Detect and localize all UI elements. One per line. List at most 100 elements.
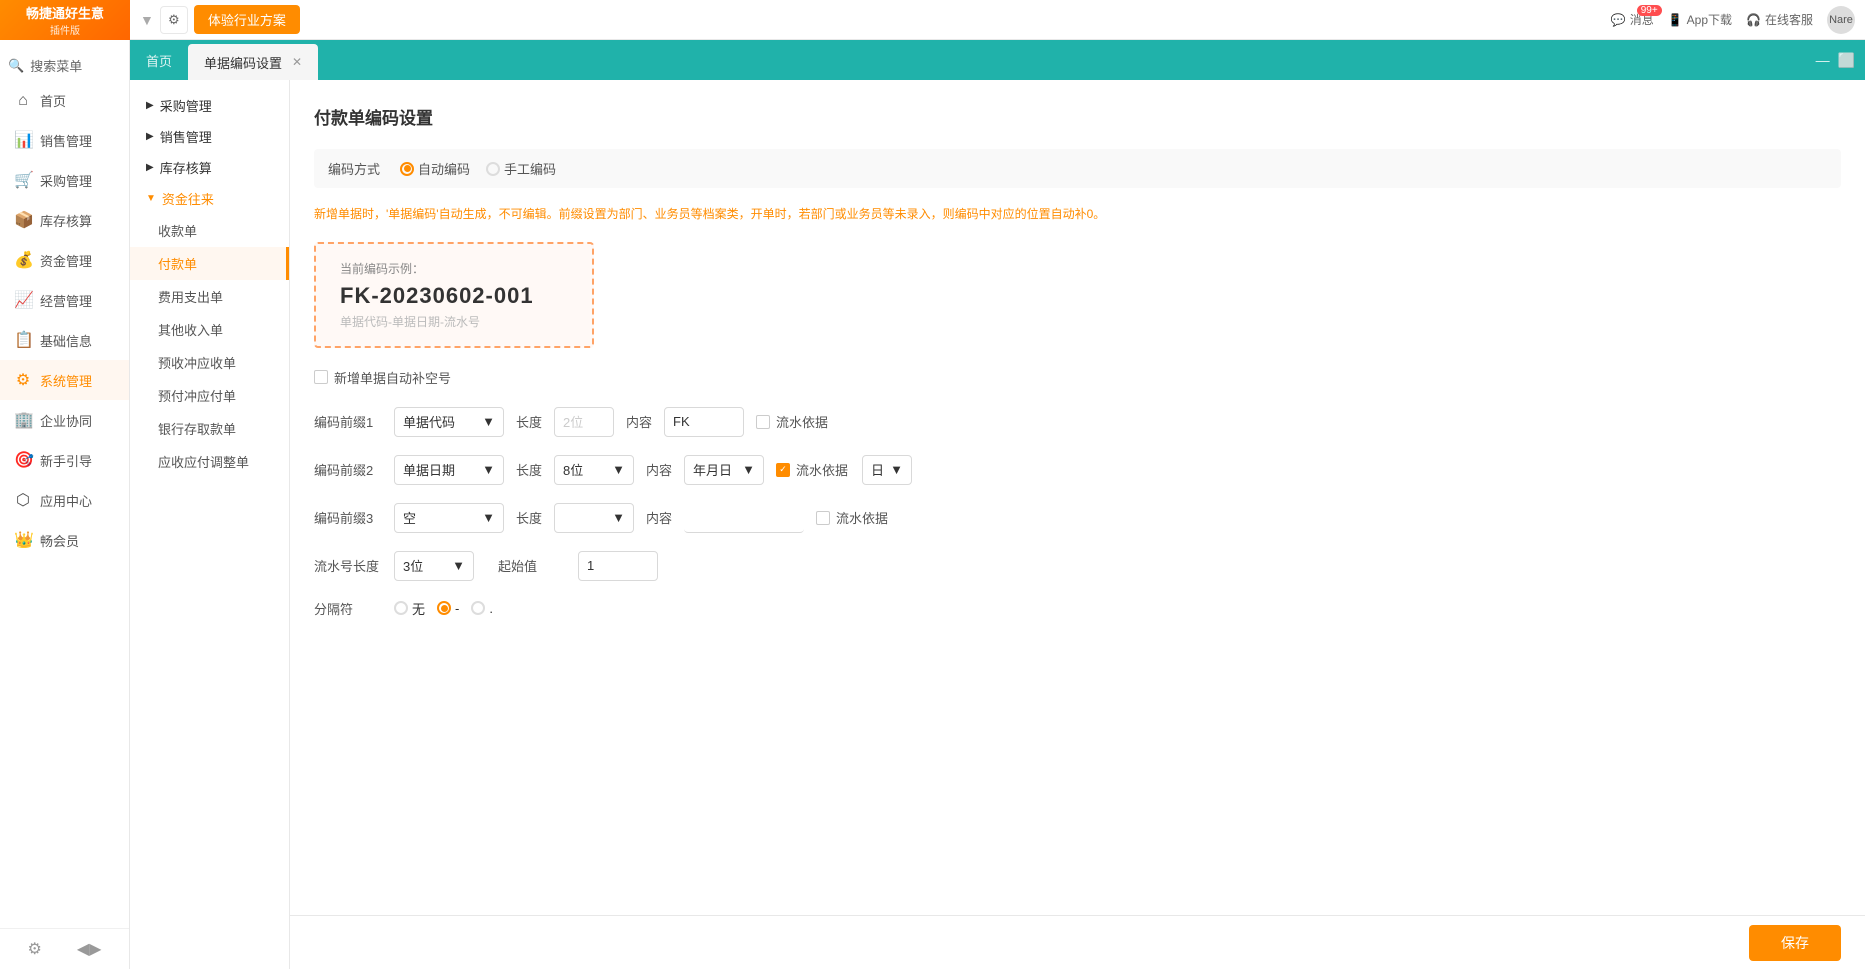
sep-dash-option[interactable]: - bbox=[437, 601, 459, 616]
top-bar-left: ▼ ⚙ 体验行业方案 bbox=[140, 5, 1603, 34]
settings-bottom-icon[interactable]: ⚙ bbox=[28, 939, 42, 959]
collapse-sidebar-icon[interactable]: ◀▶ bbox=[77, 939, 102, 959]
serial-length-select[interactable]: 3位 ▼ bbox=[394, 551, 474, 581]
submenu-bank[interactable]: 银行存取款单 bbox=[130, 412, 289, 445]
submenu-receipt[interactable]: 收款单 bbox=[130, 214, 289, 247]
info-text: 新增单据时，'单据编码'自动生成，不可编辑。前缀设置为部门、业务员等档案类，开单… bbox=[314, 204, 1841, 226]
save-button[interactable]: 保存 bbox=[1749, 925, 1841, 961]
message-button[interactable]: 💬 消息 99+ bbox=[1611, 11, 1654, 28]
submenu-sales[interactable]: ▶ 销售管理 bbox=[130, 121, 289, 152]
tab-home[interactable]: 首页 bbox=[130, 40, 188, 80]
code-preview-value: FK-20230602-001 bbox=[340, 283, 568, 309]
encoding-method-row: 编码方式 自动编码 手工编码 bbox=[314, 149, 1841, 188]
bottom-bar: 保存 bbox=[290, 915, 1865, 969]
chevron-down-icon: ▼ bbox=[146, 193, 156, 204]
prefix1-select[interactable]: 单据代码 ▼ bbox=[394, 407, 504, 437]
submenu-payment[interactable]: 付款单 bbox=[130, 247, 289, 280]
sidebar-item-apps[interactable]: ⬡ 应用中心 bbox=[0, 480, 129, 520]
sidebar-item-sales[interactable]: 📊 销售管理 bbox=[0, 120, 129, 160]
length2-select[interactable]: 8位 ▼ bbox=[554, 455, 634, 485]
trial-button[interactable]: 体验行业方案 bbox=[194, 5, 300, 34]
prefix1-row: 编码前缀1 单据代码 ▼ 长度 2位 内容 FK bbox=[314, 407, 1841, 437]
phone-icon: 📱 bbox=[1668, 13, 1683, 27]
app-download-button[interactable]: 📱 App下载 bbox=[1668, 11, 1732, 28]
sidebar-item-basic[interactable]: 📋 基础信息 bbox=[0, 320, 129, 360]
message-badge: 99+ bbox=[1637, 5, 1662, 16]
top-bar: ▼ ⚙ 体验行业方案 💬 消息 99+ 📱 App下载 🎧 在线客服 Nare bbox=[0, 0, 1865, 40]
content3-label: 内容 bbox=[646, 508, 672, 527]
encoding-radio-group: 自动编码 手工编码 bbox=[400, 159, 556, 178]
stream1-checkbox[interactable] bbox=[756, 415, 770, 429]
sidebar-item-enterprise[interactable]: 🏢 企业协同 bbox=[0, 400, 129, 440]
dropdown-arrow[interactable]: ▼ bbox=[140, 12, 154, 28]
tab-close-icon[interactable]: ✕ bbox=[292, 55, 302, 69]
auto-encode-option[interactable]: 自动编码 bbox=[400, 159, 470, 178]
manual-encode-option[interactable]: 手工编码 bbox=[486, 159, 556, 178]
prefix3-select[interactable]: 空 ▼ bbox=[394, 503, 504, 533]
sep-dot-radio[interactable] bbox=[471, 601, 485, 615]
code-preview-desc: 单据代码-单据日期-流水号 bbox=[340, 313, 568, 330]
stream1-row: 流水依据 bbox=[756, 412, 828, 431]
tab-bar-actions: — ⬜ bbox=[1816, 52, 1865, 69]
start-value-input[interactable]: 1 bbox=[578, 551, 658, 581]
manual-encode-radio[interactable] bbox=[486, 162, 500, 176]
chevron-down-icon: ▼ bbox=[612, 462, 625, 477]
main-area: 首页 单据编码设置 ✕ — ⬜ ▶ 采购管理 ▶ 销售管理 bbox=[130, 40, 1865, 969]
submenu-adjust[interactable]: 应收应付调整单 bbox=[130, 445, 289, 478]
submenu-expense[interactable]: 费用支出单 bbox=[130, 280, 289, 313]
code-preview-box: 当前编码示例： FK-20230602-001 单据代码-单据日期-流水号 bbox=[314, 242, 594, 348]
serial-length-label: 流水号长度 bbox=[314, 556, 382, 575]
tab-encode-settings[interactable]: 单据编码设置 ✕ bbox=[188, 44, 318, 80]
stream2-period-select[interactable]: 日 ▼ bbox=[862, 455, 912, 485]
autofill-checkbox[interactable] bbox=[314, 370, 328, 384]
submenu-inventory[interactable]: ▶ 库存核算 bbox=[130, 152, 289, 183]
sep-none-option[interactable]: 无 bbox=[394, 599, 425, 618]
stream2-row: ✓ 流水依据 日 ▼ bbox=[776, 455, 912, 485]
sep-dash-radio[interactable] bbox=[437, 601, 451, 615]
submenu-prepay-recv[interactable]: 预收冲应收单 bbox=[130, 346, 289, 379]
content-inner: ▶ 采购管理 ▶ 销售管理 ▶ 库存核算 ▼ 资金往来 收款单 bbox=[130, 80, 1865, 969]
auto-encode-radio[interactable] bbox=[400, 162, 414, 176]
maximize-icon[interactable]: ⬜ bbox=[1838, 52, 1855, 69]
sidebar-item-member[interactable]: 👑 畅会员 bbox=[0, 520, 129, 560]
sales-icon: 📊 bbox=[14, 130, 32, 150]
headset-icon: 🎧 bbox=[1746, 13, 1761, 27]
length3-select[interactable]: ▼ bbox=[554, 503, 634, 533]
length3-label: 长度 bbox=[516, 508, 542, 527]
minimize-icon[interactable]: — bbox=[1816, 52, 1830, 68]
system-icon: ⚙ bbox=[14, 370, 32, 390]
sidebar-item-purchase[interactable]: 🛒 采购管理 bbox=[0, 160, 129, 200]
chevron-down-icon: ▼ bbox=[890, 462, 903, 477]
purchase-icon: 🛒 bbox=[14, 170, 32, 190]
sidebar-item-inventory[interactable]: 📦 库存核算 bbox=[0, 200, 129, 240]
sep-dot-option[interactable]: . bbox=[471, 601, 493, 616]
prefix2-label: 编码前缀2 bbox=[314, 460, 382, 479]
submenu-prepay-pay[interactable]: 预付冲应付单 bbox=[130, 379, 289, 412]
prefix3-label: 编码前缀3 bbox=[314, 508, 382, 527]
tab-bar: 首页 单据编码设置 ✕ — ⬜ bbox=[130, 40, 1865, 80]
content1-input: FK bbox=[664, 407, 744, 437]
sidebar-item-home[interactable]: ⌂ 首页 bbox=[0, 81, 129, 120]
stream3-checkbox[interactable] bbox=[816, 511, 830, 525]
brand-logo: 畅捷通好生意 插件版 bbox=[0, 0, 130, 40]
sep-none-radio[interactable] bbox=[394, 601, 408, 615]
submenu-purchase[interactable]: ▶ 采购管理 bbox=[130, 90, 289, 121]
user-avatar[interactable]: Nare bbox=[1827, 6, 1855, 34]
content2-select[interactable]: 年月日 ▼ bbox=[684, 455, 764, 485]
settings-icon[interactable]: ⚙ bbox=[160, 6, 188, 34]
chevron-right-icon: ▶ bbox=[146, 131, 154, 142]
submenu-other-income[interactable]: 其他收入单 bbox=[130, 313, 289, 346]
sidebar-item-capital[interactable]: 💰 资金管理 bbox=[0, 240, 129, 280]
prefix2-select[interactable]: 单据日期 ▼ bbox=[394, 455, 504, 485]
search-menu-button[interactable]: 🔍 搜索菜单 bbox=[0, 50, 129, 81]
chevron-down-icon: ▼ bbox=[482, 510, 495, 525]
online-service-button[interactable]: 🎧 在线客服 bbox=[1746, 11, 1813, 28]
sidebar-item-guide[interactable]: 🎯 新手引导 bbox=[0, 440, 129, 480]
submenu-capital[interactable]: ▼ 资金往来 bbox=[130, 183, 289, 214]
stream3-row: 流水依据 bbox=[816, 508, 888, 527]
stream2-checkbox[interactable]: ✓ bbox=[776, 463, 790, 477]
sidebar: 🔍 搜索菜单 ⌂ 首页 📊 销售管理 🛒 采购管理 📦 库存核算 💰 资金管理 … bbox=[0, 40, 130, 969]
sidebar-item-system[interactable]: ⚙ 系统管理 bbox=[0, 360, 129, 400]
sidebar-item-operation[interactable]: 📈 经营管理 bbox=[0, 280, 129, 320]
brand-subtitle: 插件版 bbox=[50, 22, 80, 37]
